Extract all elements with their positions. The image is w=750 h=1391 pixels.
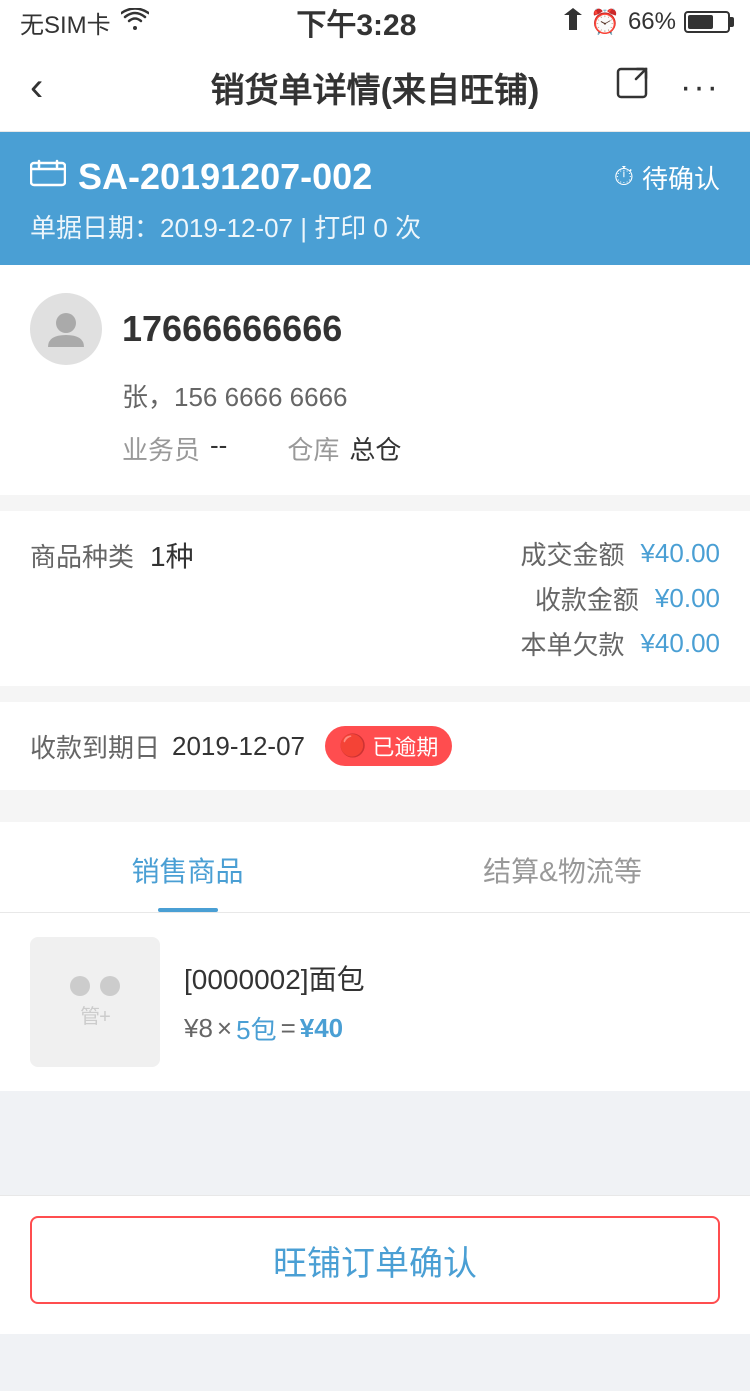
- order-icon: [30, 156, 66, 198]
- more-button[interactable]: ···: [680, 68, 720, 107]
- product-row: 管+ [0000002]面包 ¥8 × 5包 = ¥40: [30, 937, 720, 1067]
- product-price: ¥8 × 5包 = ¥40: [184, 1010, 720, 1047]
- multiply-sign: ×: [217, 1013, 232, 1044]
- warehouse-value: 总仓: [349, 430, 401, 467]
- sales-value: --: [210, 430, 227, 467]
- due-label: 收款到期日: [30, 728, 160, 765]
- overdue-icon: 🔴: [339, 733, 366, 759]
- carrier-text: 无SIM卡: [20, 5, 111, 40]
- debt-value: ¥40.00: [640, 628, 720, 659]
- nav-bar: ‹ 销货单详情(来自旺铺) ···: [0, 44, 750, 132]
- transaction-value: ¥40.00: [640, 538, 720, 569]
- product-owl-logo: 管+: [70, 976, 120, 1029]
- product-info: [0000002]面包 ¥8 × 5包 = ¥40: [184, 958, 720, 1047]
- location-icon: [564, 8, 582, 37]
- product-type: 商品种类 1种: [30, 535, 194, 575]
- order-date: 单据日期：2019-12-07 | 打印 0 次: [30, 208, 720, 245]
- owl-eye-right: [100, 976, 120, 996]
- sales-label: 业务员: [122, 430, 200, 467]
- status-left: 无SIM卡: [20, 5, 149, 40]
- wifi-icon: [121, 8, 149, 37]
- tab-products[interactable]: 销售商品: [0, 822, 375, 912]
- alarm-icon: ⏰: [590, 8, 620, 37]
- due-date-value: 2019-12-07: [172, 731, 305, 762]
- stats-row: 商品种类 1种 成交金额 ¥40.00 收款金额 ¥0.00 本单欠款 ¥40.…: [30, 535, 720, 662]
- warehouse-label: 仓库: [287, 430, 339, 467]
- price-total: ¥40: [300, 1013, 343, 1044]
- product-type-label: 商品种类: [30, 537, 134, 574]
- order-id: SA-20191207-002: [30, 156, 372, 198]
- owl-text: 管+: [80, 1000, 110, 1029]
- customer-name: 张，156 6666 6666: [30, 377, 720, 414]
- owl-eye-left: [70, 976, 90, 996]
- customer-phone: 17666666666: [122, 308, 342, 350]
- order-stats-section: 商品种类 1种 成交金额 ¥40.00 收款金额 ¥0.00 本单欠款 ¥40.…: [0, 511, 750, 686]
- status-right: ⏰ 66%: [564, 8, 730, 37]
- overdue-badge: 🔴 已逾期: [325, 726, 452, 766]
- banner-top: SA-20191207-002 ⏱ 待确认: [30, 156, 720, 198]
- payment-label: 收款金额: [535, 580, 639, 617]
- confirm-button[interactable]: 旺铺订单确认: [30, 1216, 720, 1304]
- product-type-value: 1种: [150, 535, 194, 575]
- customer-row: 17666666666: [30, 293, 720, 365]
- overdue-text: 已逾期: [372, 730, 438, 762]
- tab-settlement[interactable]: 结算&物流等: [375, 822, 750, 912]
- transaction-stat: 成交金额 ¥40.00: [520, 535, 720, 572]
- financial-stats: 成交金额 ¥40.00 收款金额 ¥0.00 本单欠款 ¥40.00: [520, 535, 720, 662]
- debt-label: 本单欠款: [520, 625, 624, 662]
- order-banner: SA-20191207-002 ⏱ 待确认 单据日期：2019-12-07 | …: [0, 132, 750, 265]
- price-qty: 5包: [236, 1010, 276, 1047]
- product-section: 管+ [0000002]面包 ¥8 × 5包 = ¥40: [0, 913, 750, 1091]
- payment-stat: 收款金额 ¥0.00: [520, 580, 720, 617]
- customer-section: 17666666666 张，156 6666 6666 业务员 -- 仓库 总仓: [0, 265, 750, 495]
- equals-sign: =: [281, 1013, 296, 1044]
- product-thumbnail: 管+: [30, 937, 160, 1067]
- back-button[interactable]: ‹: [30, 65, 90, 110]
- debt-stat: 本单欠款 ¥40.00: [520, 625, 720, 662]
- status-bar: 无SIM卡 下午3:28 ⏰ 66%: [0, 0, 750, 44]
- owl-eyes: [70, 976, 120, 996]
- section-divider: [0, 806, 750, 822]
- sales-meta: 业务员 --: [122, 430, 227, 467]
- avatar: [30, 293, 102, 365]
- export-button[interactable]: [614, 65, 650, 111]
- payment-value: ¥0.00: [655, 583, 720, 614]
- tabs-section: 销售商品 结算&物流等 管+ [0000002]面包 ¥8: [0, 822, 750, 1091]
- tabs-row: 销售商品 结算&物流等: [0, 822, 750, 913]
- customer-meta: 业务员 -- 仓库 总仓: [30, 430, 720, 467]
- price-base: ¥8: [184, 1013, 213, 1044]
- nav-actions: ···: [614, 65, 720, 111]
- time-display: 下午3:28: [296, 0, 416, 44]
- battery-percent: 66%: [628, 8, 676, 36]
- battery-icon: [684, 11, 730, 33]
- bottom-action: 旺铺订单确认: [0, 1195, 750, 1334]
- warehouse-meta: 仓库 总仓: [287, 430, 401, 467]
- product-name: [0000002]面包: [184, 958, 720, 998]
- status-clock-icon: ⏱: [614, 161, 634, 193]
- order-status: ⏱ 待确认: [614, 159, 720, 196]
- due-date-section: 收款到期日 2019-12-07 🔴 已逾期: [0, 702, 750, 790]
- page-title: 销货单详情(来自旺铺): [211, 63, 540, 112]
- transaction-label: 成交金额: [520, 535, 624, 572]
